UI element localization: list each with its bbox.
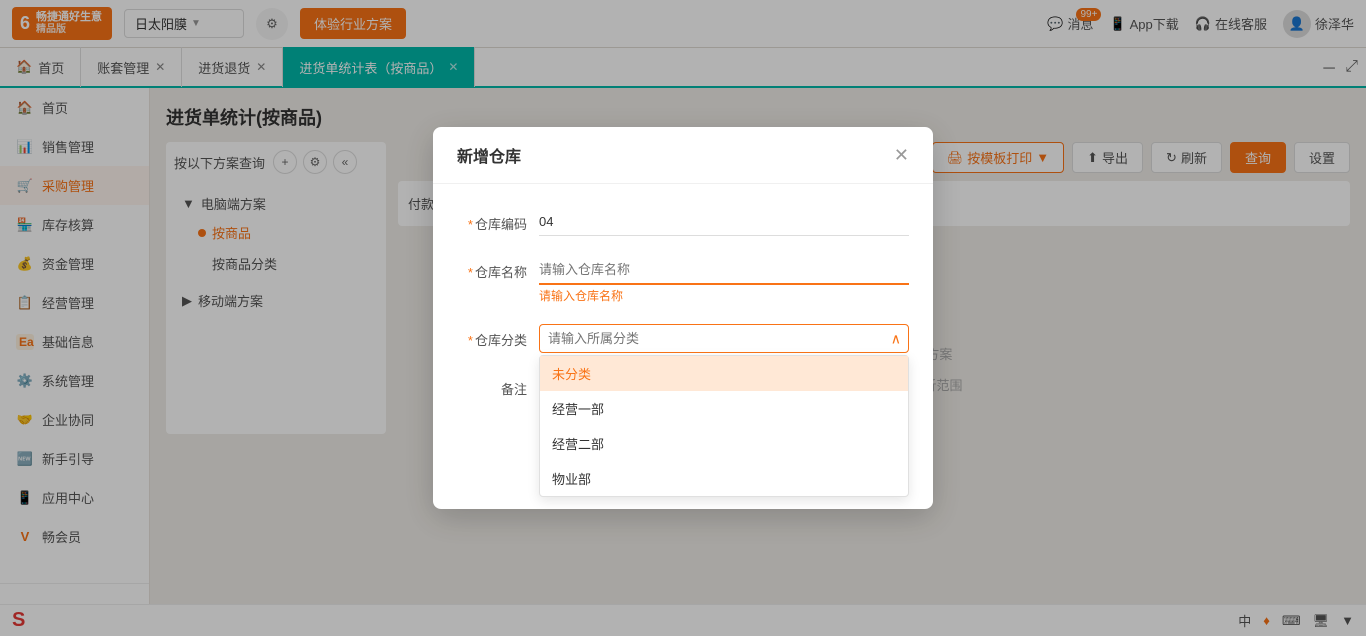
warehouse-code-input[interactable]	[539, 208, 909, 236]
remark-label: 备注	[457, 373, 527, 398]
modal-close-button[interactable]: ✕	[894, 145, 909, 166]
name-label: 仓库名称	[457, 256, 527, 281]
dropdown-item-dept2[interactable]: 经营二部	[540, 426, 908, 461]
modal-overlay: 新增仓库 ✕ 仓库编码 仓库名称 请输入仓库名称 仓库分类	[0, 0, 1366, 636]
category-dropdown: 未分类 经营一部 经营二部 物业部	[539, 355, 909, 497]
name-wrap: 请输入仓库名称	[539, 256, 909, 304]
form-row-category: 仓库分类 ∧ 未分类 经营一部 经营二部 物业部	[457, 324, 909, 353]
form-row-name: 仓库名称 请输入仓库名称	[457, 256, 909, 304]
modal-title: 新增仓库	[457, 143, 521, 167]
code-wrap	[539, 208, 909, 236]
warehouse-name-input[interactable]	[539, 256, 909, 285]
dropdown-item-property[interactable]: 物业部	[540, 461, 908, 496]
modal-header: 新增仓库 ✕	[433, 127, 933, 184]
add-warehouse-modal: 新增仓库 ✕ 仓库编码 仓库名称 请输入仓库名称 仓库分类	[433, 127, 933, 509]
code-label: 仓库编码	[457, 208, 527, 233]
dropdown-item-dept1[interactable]: 经营一部	[540, 391, 908, 426]
name-error-msg: 请输入仓库名称	[539, 287, 909, 304]
warehouse-category-input[interactable]	[539, 324, 909, 353]
category-label: 仓库分类	[457, 324, 527, 349]
form-row-code: 仓库编码	[457, 208, 909, 236]
category-wrap: ∧ 未分类 经营一部 经营二部 物业部	[539, 324, 909, 353]
modal-body: 仓库编码 仓库名称 请输入仓库名称 仓库分类 ∧	[433, 184, 933, 433]
dropdown-item-uncategorized[interactable]: 未分类	[540, 356, 908, 391]
